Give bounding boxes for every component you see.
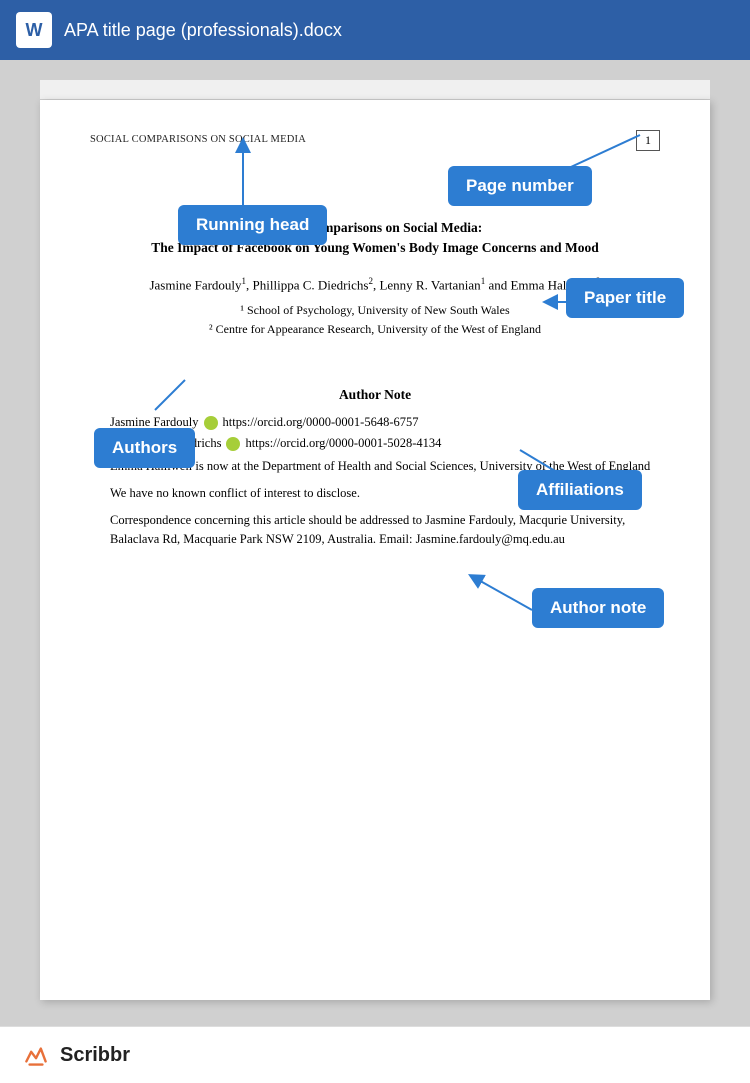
paper-title-line2: The Impact of Facebook on Young Women's … <box>90 240 660 256</box>
note-paragraph-3: Correspondence concerning this article s… <box>90 511 660 549</box>
scribbr-brand-name: Scribbr <box>60 1044 130 1067</box>
doc-header-row: SOCIAL COMPARISONS ON SOCIAL MEDIA 1 <box>90 130 660 160</box>
affiliation2-line: ² Centre for Appearance Research, Univer… <box>90 322 660 337</box>
word-icon: W <box>16 12 52 48</box>
main-area: SOCIAL COMPARISONS ON SOCIAL MEDIA 1 Soc… <box>0 60 750 1026</box>
ruler <box>40 80 710 100</box>
paper-title-line1: Social Comparisons on Social Media: <box>90 220 660 236</box>
orcid-line-2: Phillippa C. Diedrichs https://orcid.org… <box>90 436 660 451</box>
author-note-title: Author Note <box>90 387 660 403</box>
orcid1-link: https://orcid.org/0000-0001-5648-6757 <box>223 415 419 430</box>
note-paragraph-2: We have no known conflict of interest to… <box>90 484 660 503</box>
header-title: APA title page (professionals).docx <box>64 20 342 41</box>
document-page: SOCIAL COMPARISONS ON SOCIAL MEDIA 1 Soc… <box>40 100 710 1000</box>
orcid-icon-1 <box>204 416 218 430</box>
header-bar: W APA title page (professionals).docx <box>0 0 750 60</box>
orcid-icon-2 <box>226 437 240 451</box>
orcid-line-1: Jasmine Fardouly https://orcid.org/0000-… <box>90 415 660 430</box>
doc-body: Social Comparisons on Social Media: The … <box>90 220 660 337</box>
orcid2-name: Phillippa C. Diedrichs <box>110 436 221 451</box>
scribbr-logo-icon <box>20 1039 52 1071</box>
page-number-box: 1 <box>636 130 660 151</box>
running-head-text: SOCIAL COMPARISONS ON SOCIAL MEDIA <box>90 134 306 145</box>
orcid2-link: https://orcid.org/0000-0001-5028-4134 <box>245 436 441 451</box>
orcid1-name: Jasmine Fardouly <box>110 415 199 430</box>
note-paragraph-1: Emma Halliwell is now at the Department … <box>90 457 660 476</box>
authors-line: Jasmine Fardouly1, Phillippa C. Diedrich… <box>90 276 660 293</box>
author-note-section: Author Note Jasmine Fardouly https://orc… <box>90 387 660 548</box>
affiliation1-line: ¹ School of Psychology, University of Ne… <box>90 303 660 318</box>
footer-bar: Scribbr <box>0 1026 750 1083</box>
